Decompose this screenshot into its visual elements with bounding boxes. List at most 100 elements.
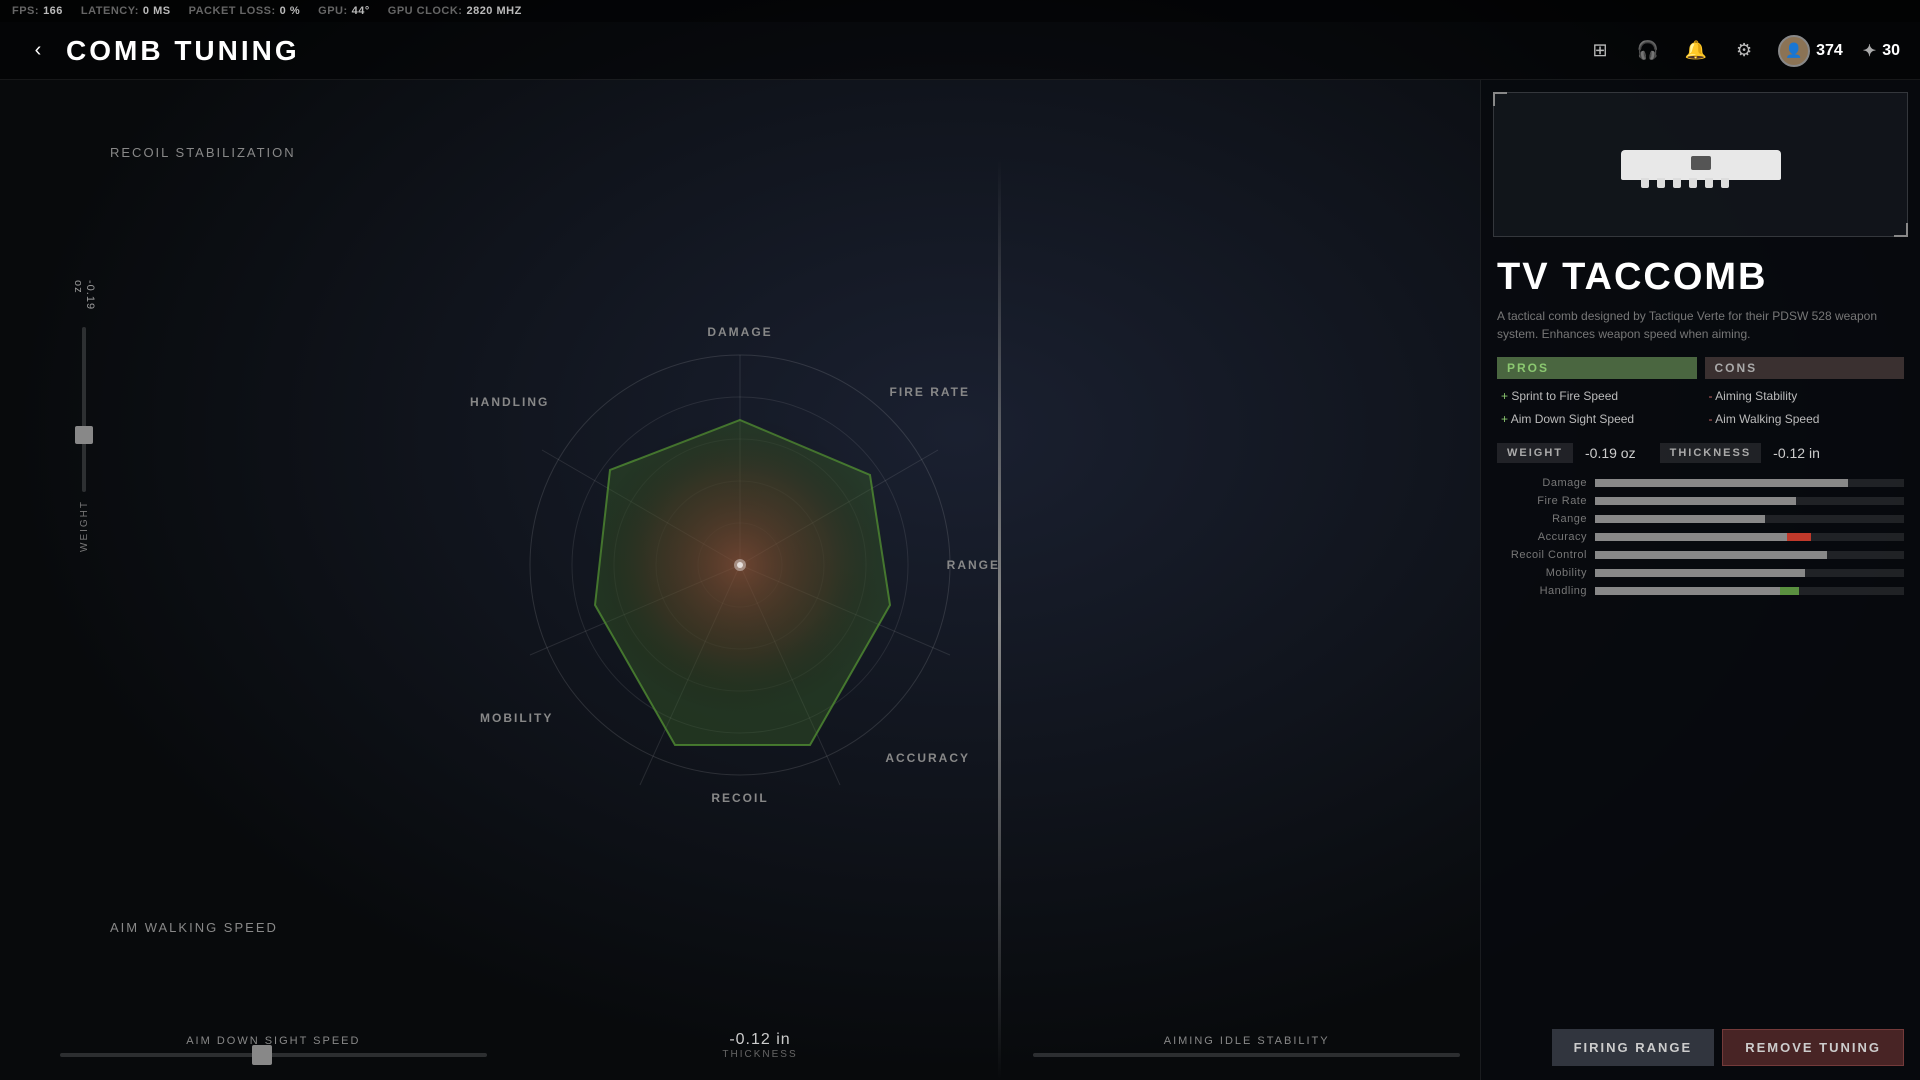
aiming-idle-group: AIMING IDLE STABILITY: [1033, 1035, 1460, 1057]
side-accent: [998, 160, 1001, 1080]
stat-row-fire-rate: Fire Rate: [1497, 495, 1904, 507]
taccomb-tooth: [1705, 178, 1713, 188]
stat-label-0: Damage: [1497, 477, 1587, 489]
stat-row-range: Range: [1497, 513, 1904, 525]
gpu-value: 44°: [352, 5, 370, 17]
stat-bar-bg-6: [1595, 587, 1904, 595]
weapon-image: [1601, 140, 1801, 190]
bottom-buttons: FIRING RANGE REMOVE TUNING: [1481, 1015, 1920, 1080]
stat-bar-fill-5: [1595, 569, 1805, 577]
headset-icon[interactable]: 🎧: [1634, 37, 1662, 65]
weapon-name: TV TACCOMB: [1497, 257, 1904, 299]
pros-header: PROS: [1497, 357, 1697, 379]
thickness-label: THICKNESS: [1660, 443, 1762, 463]
ads-slider-thumb[interactable]: [252, 1045, 272, 1065]
stat-bar-bg-3: [1595, 533, 1904, 541]
back-button[interactable]: ‹: [20, 33, 56, 69]
header: ‹ COMB TUNING ⊞ 🎧 🔔 ⚙ 👤 374 ✦ 30: [0, 22, 1920, 80]
currency-1-item: 👤 374: [1778, 35, 1843, 67]
stat-bar-fill-4: [1595, 551, 1827, 559]
stat-bar-green-6: [1780, 587, 1799, 595]
weight-value-vertical: -0.19 oz: [72, 280, 96, 319]
gpuclock-label: GPU CLOCK:: [388, 5, 463, 17]
packet-label: PACKET LOSS:: [189, 5, 276, 17]
avatar: 👤: [1778, 35, 1810, 67]
weight-display: -0.19 oz: [1585, 445, 1636, 461]
pros-block: PROS Sprint to Fire Speed Aim Down Sight…: [1497, 357, 1697, 431]
page-title: COMB TUNING: [66, 35, 300, 67]
settings-icon[interactable]: ⚙: [1730, 37, 1758, 65]
aim-walking-label: AIM WALKING SPEED: [110, 920, 278, 935]
firerate-label: FIRE RATE: [890, 385, 970, 399]
recoil-stab-label: RECOIL STABILIZATION: [110, 145, 296, 160]
back-icon: ‹: [35, 39, 42, 62]
damage-label: DAMAGE: [707, 325, 772, 339]
currency-1-value: 374: [1816, 42, 1843, 60]
stat-label-4: Recoil Control: [1497, 549, 1587, 561]
weight-slider-container: -0.19 oz WEIGHT: [78, 280, 90, 560]
weight-slider-thumb[interactable]: [75, 426, 93, 444]
cons-item-1: Aiming Stability: [1705, 385, 1905, 408]
cons-item-2: Aim Walking Speed: [1705, 408, 1905, 431]
firing-range-button[interactable]: FIRING RANGE: [1552, 1029, 1715, 1066]
thickness-group: -0.12 in THICKNESS: [547, 1031, 974, 1060]
taccomb-notch: [1691, 156, 1711, 170]
latency-value: 0 MS: [143, 5, 171, 17]
mobility-label: MOBILITY: [480, 711, 553, 725]
gpu-label: GPU:: [318, 5, 348, 17]
pros-cons: PROS Sprint to Fire Speed Aim Down Sight…: [1497, 357, 1904, 431]
stat-label-6: Handling: [1497, 585, 1587, 597]
taccomb-tooth: [1657, 178, 1665, 188]
stat-bar-bg-4: [1595, 551, 1904, 559]
currency-2-item: ✦ 30: [1863, 41, 1900, 61]
thickness-value: -0.12 in: [722, 1031, 797, 1049]
recoil-label: RECOIL: [711, 791, 768, 805]
stat-bar-fill-3: [1595, 533, 1811, 541]
accuracy-label: ACCURACY: [885, 751, 970, 765]
taccomb-main: [1621, 150, 1781, 180]
stat-label-5: Mobility: [1497, 567, 1587, 579]
ads-slider-track[interactable]: [60, 1053, 487, 1057]
weapon-info: TV TACCOMB A tactical comb designed by T…: [1481, 249, 1920, 343]
ads-speed-group: AIM DOWN SIGHT SPEED: [60, 1035, 487, 1057]
currency-2-value: 30: [1882, 42, 1900, 60]
hud-bar: FPS: 166 LATENCY: 0 MS PACKET LOSS: 0 % …: [0, 0, 1920, 22]
aiming-idle-label: AIMING IDLE STABILITY: [1164, 1035, 1330, 1047]
aiming-idle-slider-track[interactable]: [1033, 1053, 1460, 1057]
right-panel: TV TACCOMB A tactical comb designed by T…: [1480, 80, 1920, 1080]
taccomb-tooth: [1721, 178, 1729, 188]
stat-bar-bg-2: [1595, 515, 1904, 523]
packet-value: 0 %: [280, 5, 300, 17]
header-right: ⊞ 🎧 🔔 ⚙ 👤 374 ✦ 30: [1586, 35, 1900, 67]
weight-label-vertical: WEIGHT: [79, 500, 90, 552]
stat-label-3: Accuracy: [1497, 531, 1587, 543]
stat-bar-bg-5: [1595, 569, 1904, 577]
stats-section: Damage Fire Rate Range Accuracy Recoil Contr…: [1497, 477, 1904, 1015]
weapon-desc: A tactical comb designed by Tactique Ver…: [1497, 307, 1904, 343]
stat-label-1: Fire Rate: [1497, 495, 1587, 507]
grid-icon[interactable]: ⊞: [1586, 37, 1614, 65]
stat-row-recoil-control: Recoil Control: [1497, 549, 1904, 561]
cons-header: CONS: [1705, 357, 1905, 379]
notification-icon[interactable]: 🔔: [1682, 37, 1710, 65]
stat-bar-bg-0: [1595, 479, 1904, 487]
stat-bar-accent-3: [1787, 533, 1812, 541]
weapon-preview: [1493, 92, 1908, 237]
gpuclock-value: 2820 MHZ: [466, 5, 521, 17]
cons-block: CONS Aiming Stability Aim Walking Speed: [1705, 357, 1905, 431]
currency-2-icon: ✦: [1863, 41, 1876, 61]
radar-chart-container: DAMAGE FIRE RATE RANGE ACCURACY RECOIL M…: [490, 315, 990, 815]
stat-row-handling: Handling: [1497, 585, 1904, 597]
stat-bar-fill-1: [1595, 497, 1796, 505]
handling-label: HANDLING: [470, 395, 549, 409]
weight-slider-track[interactable]: [82, 327, 86, 492]
stat-row-damage: Damage: [1497, 477, 1904, 489]
ads-label: AIM DOWN SIGHT SPEED: [186, 1035, 360, 1047]
weight-thickness-row: WEIGHT -0.19 oz THICKNESS -0.12 in: [1497, 443, 1904, 463]
remove-tuning-button[interactable]: REMOVE TUNING: [1722, 1029, 1904, 1066]
pros-item-1: Sprint to Fire Speed: [1497, 385, 1697, 408]
stat-label-2: Range: [1497, 513, 1587, 525]
bottom-sliders: AIM DOWN SIGHT SPEED -0.12 in THICKNESS …: [60, 1031, 1460, 1060]
stat-bar-bg-1: [1595, 497, 1904, 505]
range-label: RANGE: [947, 558, 1000, 572]
